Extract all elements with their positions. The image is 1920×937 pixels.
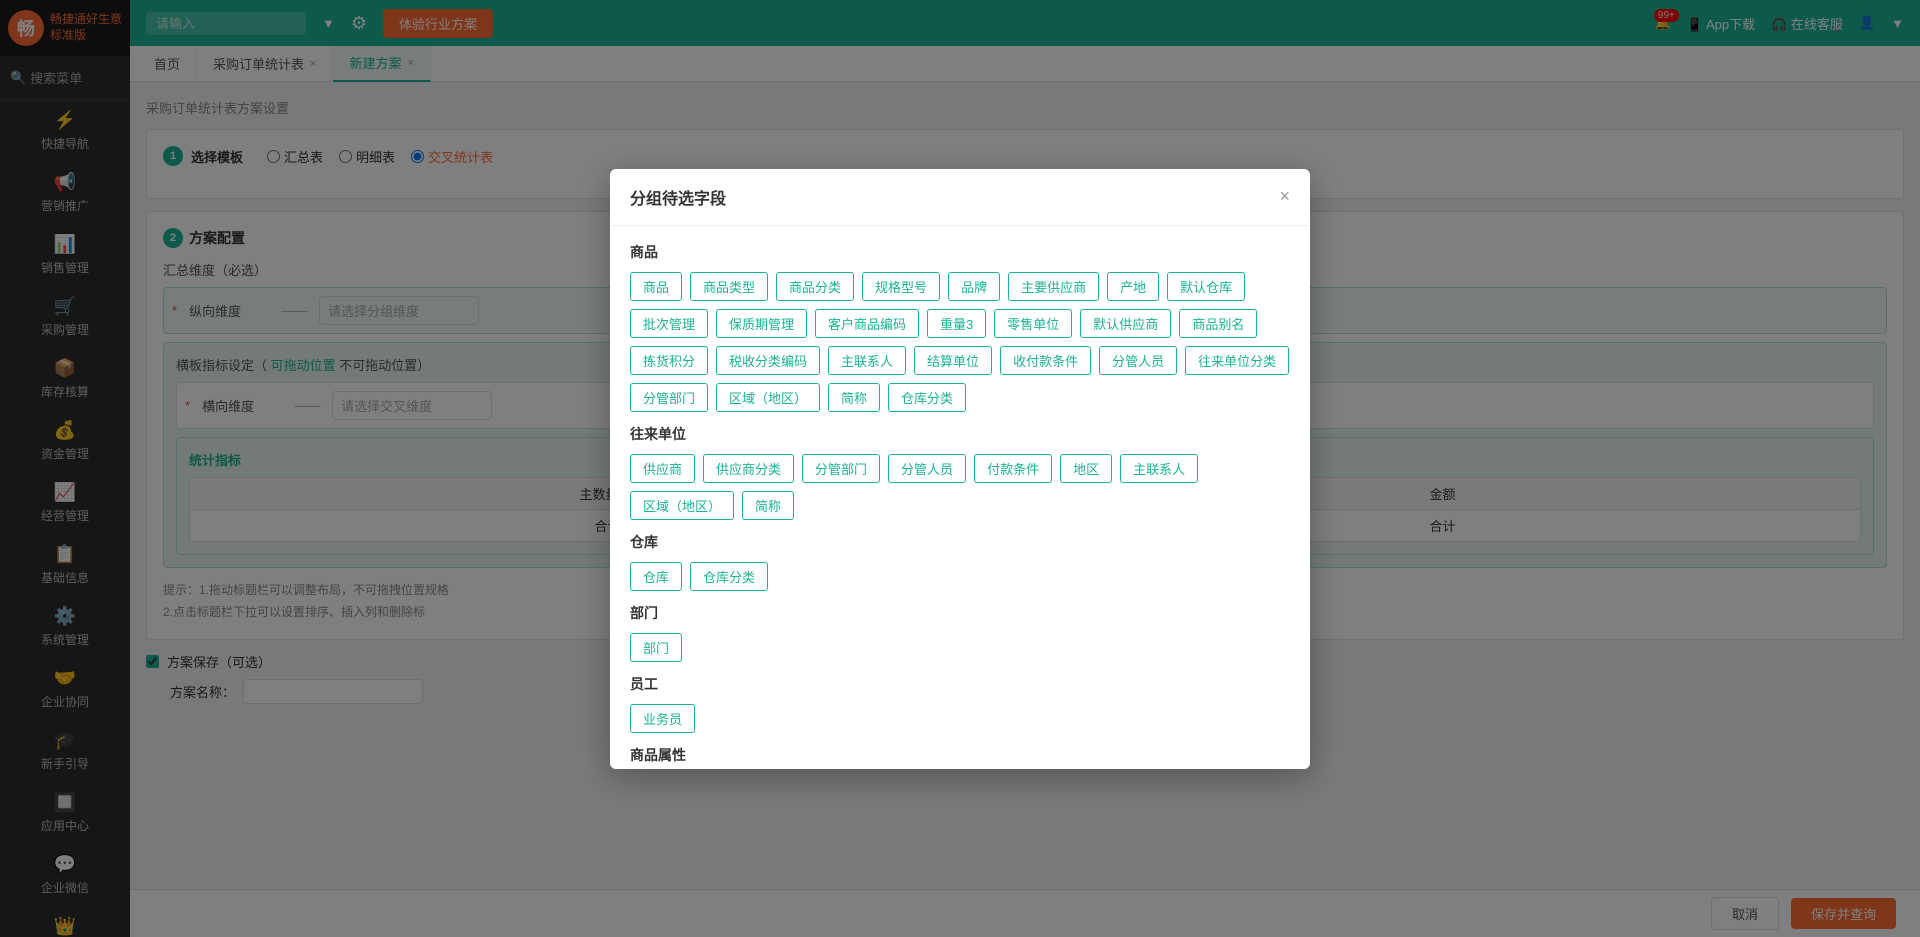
field-tag-分管人员[interactable]: 分管人员 [888,454,966,483]
field-tag-客户商品编码[interactable]: 客户商品编码 [815,309,919,338]
modal-section-title-employee: 员工 [630,674,1290,694]
field-tag-分管部门[interactable]: 分管部门 [630,383,708,412]
field-tag-结算单位[interactable]: 结算单位 [914,346,992,375]
modal-section-fields-employee: 业务员 [630,704,1290,733]
modal-section-fields-department: 部门 [630,633,1290,662]
modal-section-title-department: 部门 [630,603,1290,623]
field-tag-主联系人[interactable]: 主联系人 [1120,454,1198,483]
field-tag-商品分类[interactable]: 商品分类 [776,272,854,301]
field-tag-主联系人[interactable]: 主联系人 [828,346,906,375]
modal-section-title-goods: 商品 [630,242,1290,262]
field-tag-供应商[interactable]: 供应商 [630,454,695,483]
field-tag-地区[interactable]: 地区 [1060,454,1112,483]
modal-body: 商品商品商品类型商品分类规格型号品牌主要供应商产地默认仓库批次管理保质期管理客户… [610,226,1310,769]
modal-title: 分组待选字段 [630,185,726,209]
field-tag-批次管理[interactable]: 批次管理 [630,309,708,338]
modal-section-fields-goods: 商品商品类型商品分类规格型号品牌主要供应商产地默认仓库批次管理保质期管理客户商品… [630,272,1290,412]
field-tag-简称[interactable]: 简称 [742,491,794,520]
modal-section-title-product_attr: 商品属性 [630,745,1290,765]
field-tag-业务员[interactable]: 业务员 [630,704,695,733]
field-tag-商品[interactable]: 商品 [630,272,682,301]
field-tag-重量3[interactable]: 重量3 [927,309,986,338]
modal-section-title-warehouse: 仓库 [630,532,1290,552]
field-tag-默认供应商[interactable]: 默认供应商 [1080,309,1171,338]
field-tag-主要供应商[interactable]: 主要供应商 [1008,272,1099,301]
field-tag-默认仓库[interactable]: 默认仓库 [1167,272,1245,301]
field-tag-区域（地区）[interactable]: 区域（地区） [630,491,734,520]
field-tag-简称[interactable]: 简称 [828,383,880,412]
field-tag-收付款条件[interactable]: 收付款条件 [1000,346,1091,375]
field-tag-区域（地区）[interactable]: 区域（地区） [716,383,820,412]
field-tag-分管部门[interactable]: 分管部门 [802,454,880,483]
modal-section-fields-partner: 供应商供应商分类分管部门分管人员付款条件地区主联系人区域（地区） 简称 [630,454,1290,520]
modal-section-title-partner: 往来单位 [630,424,1290,444]
field-tag-商品类型[interactable]: 商品类型 [690,272,768,301]
field-tag-品牌[interactable]: 品牌 [948,272,1000,301]
modal-overlay: 分组待选字段 × 商品商品商品类型商品分类规格型号品牌主要供应商产地默认仓库批次… [0,0,1920,937]
field-tag-仓库分类[interactable]: 仓库分类 [690,562,768,591]
field-tag-往来单位分类[interactable]: 往来单位分类 [1185,346,1289,375]
field-tag-零售单位[interactable]: 零售单位 [994,309,1072,338]
field-tag-商品别名[interactable]: 商品别名 [1179,309,1257,338]
field-tag-保质期管理[interactable]: 保质期管理 [716,309,807,338]
field-tag-产地[interactable]: 产地 [1107,272,1159,301]
field-tag-税收分类编码[interactable]: 税收分类编码 [716,346,820,375]
field-tag-分管人员[interactable]: 分管人员 [1099,346,1177,375]
modal-close-button[interactable]: × [1279,186,1290,207]
field-tag-规格型号[interactable]: 规格型号 [862,272,940,301]
field-tag-付款条件[interactable]: 付款条件 [974,454,1052,483]
field-tag-仓库[interactable]: 仓库 [630,562,682,591]
field-tag-拣货积分[interactable]: 拣货积分 [630,346,708,375]
field-tag-仓库分类[interactable]: 仓库分类 [888,383,966,412]
modal-header: 分组待选字段 × [610,169,1310,226]
field-select-modal: 分组待选字段 × 商品商品商品类型商品分类规格型号品牌主要供应商产地默认仓库批次… [610,169,1310,769]
field-tag-部门[interactable]: 部门 [630,633,682,662]
modal-section-fields-warehouse: 仓库仓库分类 [630,562,1290,591]
field-tag-供应商分类[interactable]: 供应商分类 [703,454,794,483]
